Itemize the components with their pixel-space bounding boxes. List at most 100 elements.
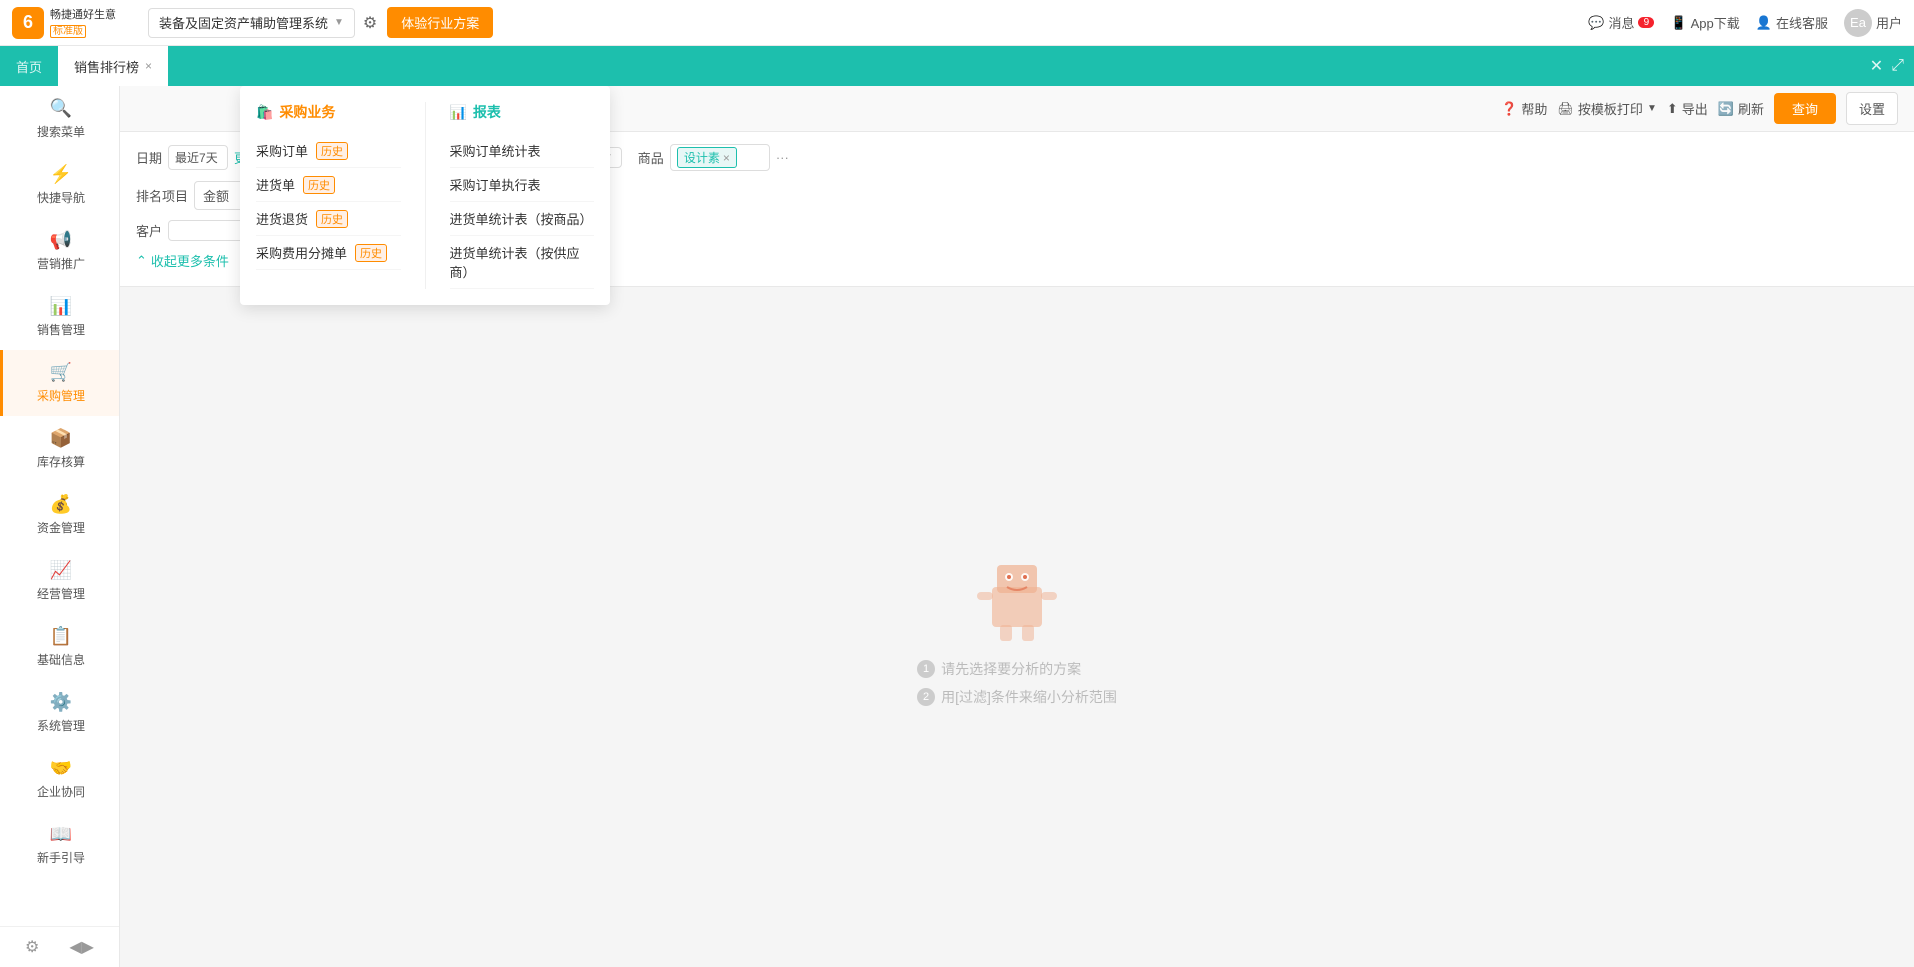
sidebar-settings-icon[interactable]: ⚙ — [25, 937, 39, 957]
app-selector[interactable]: 装备及固定资产辅助管理系统 ▼ — [148, 8, 355, 38]
query-button[interactable]: 查询 — [1774, 93, 1836, 124]
sidebar-item-finance[interactable]: 💰 资金管理 — [0, 482, 119, 548]
report-col-title-label: 报表 — [473, 102, 501, 122]
sidebar-item-sales-label: 销售管理 — [37, 321, 85, 338]
print-label: 按模板打印 — [1578, 99, 1643, 118]
tab-close-icon[interactable]: × — [145, 59, 152, 73]
cart-icon: 🛒 — [50, 362, 72, 383]
tab-bar: 首页 销售排行榜 × ✕ ⤢ — [0, 46, 1914, 86]
date-select[interactable]: 最近7天 — [168, 145, 228, 170]
sidebar-item-quicknav-label: 快捷导航 — [37, 189, 85, 206]
sidebar-item-operations[interactable]: 📈 经营管理 — [0, 548, 119, 614]
trial-button[interactable]: 体验行业方案 — [387, 7, 493, 38]
close-icon[interactable]: ✕ — [1870, 56, 1883, 76]
dropdown-item-expense[interactable]: 采购费用分摊单 历史 — [256, 236, 401, 270]
sidebar-item-enterprise[interactable]: 🤝 企业协同 — [0, 746, 119, 812]
report-1-label: 采购订单统计表 — [450, 141, 541, 160]
dropdown-item-report-2[interactable]: 采购订单执行表 — [450, 168, 595, 202]
report-col-title: 📊 报表 — [450, 102, 595, 122]
print-button[interactable]: 🖨 按模板打印 ▼ — [1557, 99, 1656, 118]
refresh-icon: 🔄 — [1718, 101, 1734, 117]
dropdown-item-return[interactable]: 进货退货 历史 — [256, 202, 401, 236]
export-label: 导出 — [1682, 99, 1708, 118]
sidebar-item-finance-label: 资金管理 — [37, 519, 85, 536]
history-badge-2[interactable]: 历史 — [303, 176, 335, 194]
sidebar-item-search-label: 搜索菜单 — [37, 123, 85, 140]
sidebar-item-system[interactable]: ⚙️ 系统管理 — [0, 680, 119, 746]
toolbar-actions: ❓ 帮助 🖨 按模板打印 ▼ ⬆ 导出 🔄 刷新 查询 设置 — [1501, 92, 1898, 125]
export-button[interactable]: ⬆ 导出 — [1667, 99, 1708, 118]
history-badge-1[interactable]: 历史 — [316, 142, 348, 160]
sidebar-item-basicinfo[interactable]: 📋 基础信息 — [0, 614, 119, 680]
tab-home[interactable]: 首页 — [0, 46, 58, 86]
sidebar-collapse-icon[interactable]: ◀▶ — [69, 937, 94, 957]
goods-more-icon[interactable]: ··· — [776, 150, 789, 165]
cog-icon: ⚙️ — [50, 692, 72, 713]
report-4-label: 进货单统计表（按供应商） — [450, 243, 595, 281]
print-icon: 🖨 — [1557, 101, 1574, 117]
sidebar-item-marketing[interactable]: 📢 营销推广 — [0, 218, 119, 284]
book-icon: 📖 — [50, 824, 72, 845]
user-label: 用户 — [1876, 13, 1902, 32]
refresh-button[interactable]: 🔄 刷新 — [1718, 99, 1764, 118]
sidebar-item-search[interactable]: 🔍 搜索菜单 — [0, 86, 119, 152]
dropdown-item-incoming[interactable]: 进货单 历史 — [256, 168, 401, 202]
expand-icon[interactable]: ⤢ — [1891, 57, 1904, 75]
sidebar-item-sales[interactable]: 📊 销售管理 — [0, 284, 119, 350]
sidebar-item-system-label: 系统管理 — [37, 717, 85, 734]
expense-label: 采购费用分摊单 — [256, 243, 347, 262]
sidebar-item-marketing-label: 营销推广 — [37, 255, 85, 272]
dropdown-item-report-3[interactable]: 进货单统计表（按商品） — [450, 202, 595, 236]
app-title: 装备及固定资产辅助管理系统 — [159, 13, 328, 32]
goods-filter: 商品 设计素 × ··· — [638, 144, 789, 171]
message-label: 消息 — [1608, 13, 1634, 32]
dropdown-item-report-4[interactable]: 进货单统计表（按供应商） — [450, 236, 595, 289]
sidebar-item-quicknav[interactable]: ⚡ 快捷导航 — [0, 152, 119, 218]
avatar: Ea — [1844, 9, 1872, 37]
app-download-button[interactable]: 📱 App下载 — [1670, 13, 1739, 32]
step-2-num: 2 — [917, 688, 935, 706]
sidebar-item-purchase-label: 采购管理 — [37, 387, 85, 404]
empty-icon-svg — [967, 547, 1067, 647]
export-icon: ⬆ — [1667, 101, 1678, 117]
message-badge: 9 — [1638, 17, 1654, 28]
sidebar-item-inventory[interactable]: 📦 库存核算 — [0, 416, 119, 482]
handshake-icon: 🤝 — [50, 758, 72, 779]
goods-tag-close[interactable]: × — [723, 151, 730, 165]
dropdown-divider — [425, 102, 426, 289]
goods-tag: 设计素 × — [677, 147, 737, 168]
help-label: 帮助 — [1521, 99, 1547, 118]
sidebar-bottom: ⚙ ◀▶ — [0, 926, 119, 967]
settings-button[interactable]: 设置 — [1846, 92, 1898, 125]
help-button[interactable]: ❓ 帮助 — [1501, 99, 1547, 118]
purchase-col: 🛍️ 采购业务 采购订单 历史 进货单 历史 进货退货 历史 采购费用分摊单 — [256, 102, 401, 289]
history-badge-3[interactable]: 历史 — [316, 210, 348, 228]
tab-sales-ranking[interactable]: 销售排行榜 × — [58, 46, 168, 86]
purchase-col-title: 🛍️ 采购业务 — [256, 102, 401, 122]
sidebar-item-newbie[interactable]: 📖 新手引导 — [0, 812, 119, 878]
gear-icon[interactable]: ⚙ — [363, 13, 377, 33]
customer-label: 客户 — [136, 221, 162, 240]
online-service-button[interactable]: 👤 在线客服 — [1756, 13, 1828, 32]
content-area: ❓ 帮助 🖨 按模板打印 ▼ ⬆ 导出 🔄 刷新 查询 设置 — [120, 86, 1914, 967]
purchase-dropdown: 🛍️ 采购业务 采购订单 历史 进货单 历史 进货退货 历史 采购费用分摊单 — [240, 86, 610, 305]
dropdown-item-purchase-order[interactable]: 采购订单 历史 — [256, 134, 401, 168]
sidebar-item-purchase[interactable]: 🛒 采购管理 — [0, 350, 119, 416]
goods-input-area[interactable]: 设计素 × — [670, 144, 770, 171]
online-service-label: 在线客服 — [1776, 13, 1828, 32]
refresh-label: 刷新 — [1738, 99, 1764, 118]
dropdown-item-report-1[interactable]: 采购订单统计表 — [450, 134, 595, 168]
purchase-col-title-label: 采购业务 — [279, 102, 335, 122]
incoming-label: 进货单 — [256, 175, 295, 194]
history-badge-4[interactable]: 历史 — [355, 244, 387, 262]
chevron-up-icon: ⌃ — [136, 253, 147, 269]
logo-text-block: 畅捷通好生意 标准版 — [50, 8, 116, 37]
trending-icon: 📈 — [50, 560, 72, 581]
report-2-label: 采购订单执行表 — [450, 175, 541, 194]
step-2-text: 用[过滤]条件来缩小分析范围 — [941, 687, 1117, 707]
ranking-label: 排名项目 — [136, 186, 188, 205]
user-button[interactable]: Ea 用户 — [1844, 9, 1902, 37]
ranking-value: 金额 — [203, 186, 229, 205]
sidebar-item-basicinfo-label: 基础信息 — [37, 651, 85, 668]
message-button[interactable]: 💬 消息 9 — [1588, 13, 1654, 32]
